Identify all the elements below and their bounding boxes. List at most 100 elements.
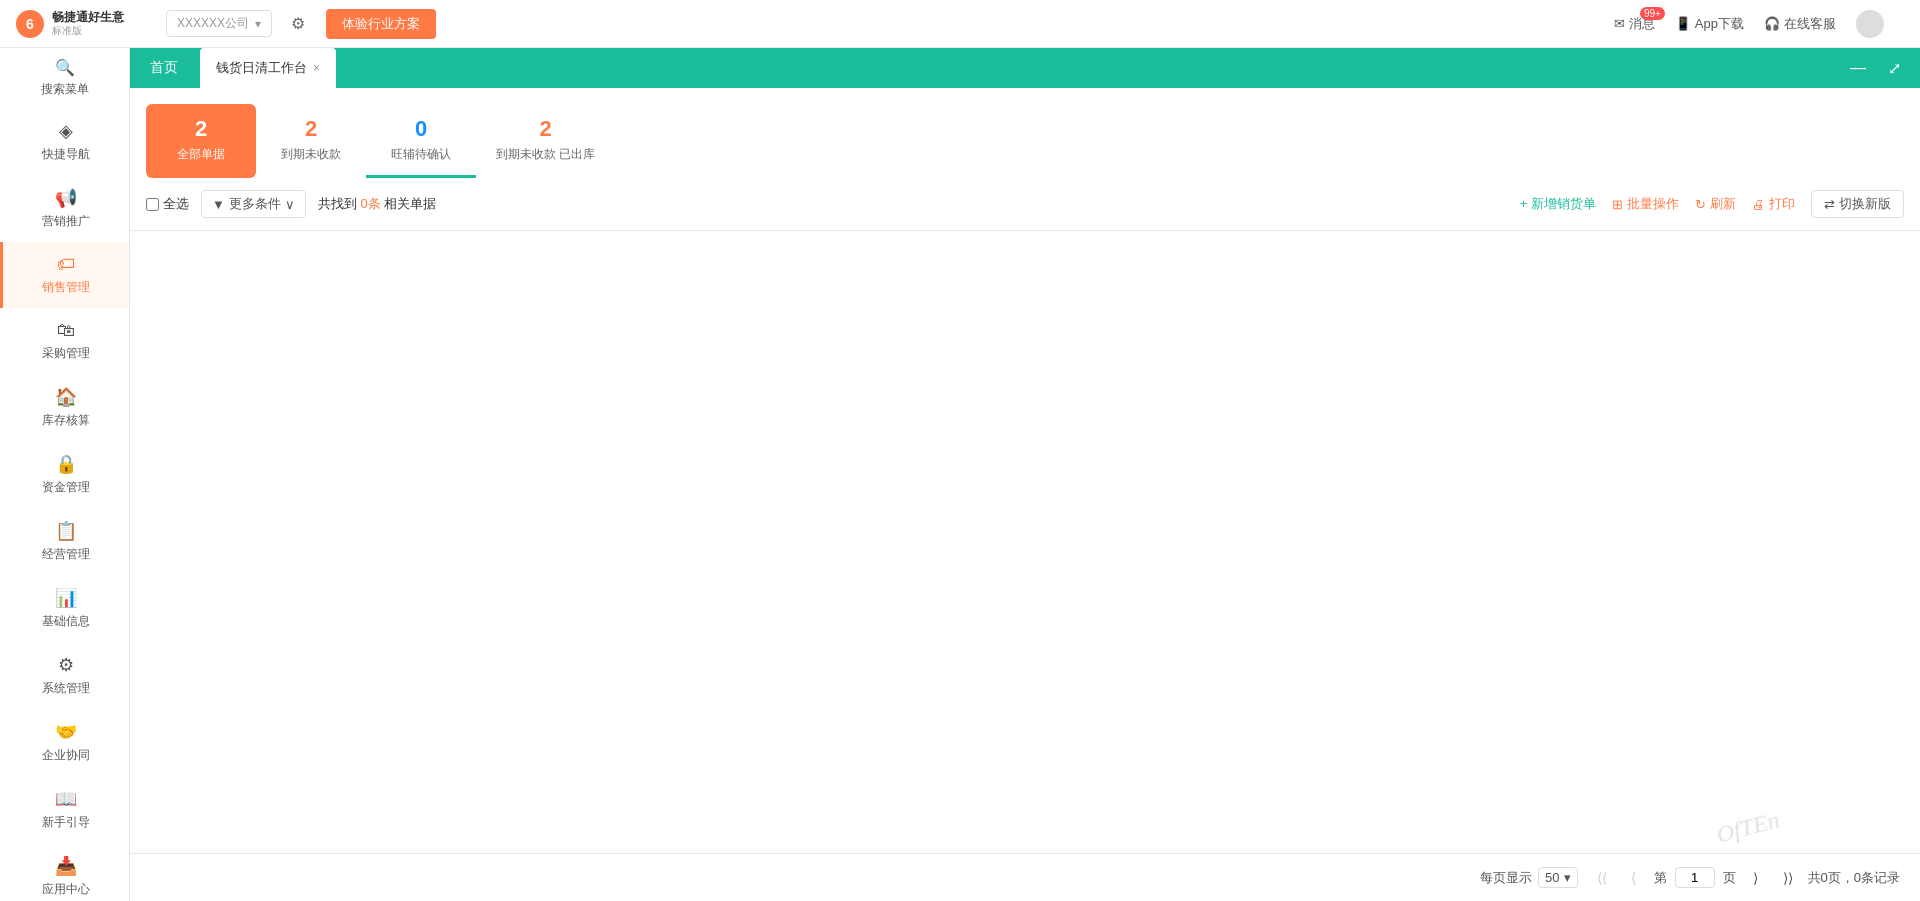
- app-center-label: 应用中心: [42, 881, 90, 898]
- page-prefix: 第: [1654, 869, 1667, 887]
- refresh-button[interactable]: ↻ 刷新: [1695, 195, 1736, 213]
- basic-info-label: 基础信息: [42, 613, 90, 630]
- stat-wangwang-label: 旺辅待确认: [391, 146, 451, 163]
- app-download-button[interactable]: 📱 App下载: [1675, 15, 1744, 33]
- tab-maximize-button[interactable]: ⤢: [1880, 54, 1908, 82]
- sidebar-item-guide[interactable]: 📖 新手引导: [0, 776, 129, 843]
- logo-title: 畅捷通好生意: [52, 10, 124, 24]
- found-text: 共找到 0条 相关单据: [318, 195, 436, 213]
- new-btn-label: + 新增销货单: [1520, 195, 1596, 213]
- stat-overdue-number: 2: [305, 116, 317, 142]
- tab-minimize-button[interactable]: —: [1844, 54, 1872, 82]
- switch-version-button[interactable]: ⇄ 切换新版: [1811, 190, 1904, 218]
- sidebar-item-system[interactable]: ⚙ 系统管理: [0, 642, 129, 709]
- print-label: 打印: [1769, 195, 1795, 213]
- search-menu-label: 搜索菜单: [41, 81, 89, 98]
- messages-button[interactable]: ✉ 消息 99+: [1614, 15, 1655, 33]
- stat-all[interactable]: 2 全部单据: [146, 104, 256, 178]
- inventory-label: 库存核算: [42, 412, 90, 429]
- app-center-icon: 📥: [55, 855, 77, 877]
- sidebar-item-purchase[interactable]: 🛍 采购管理: [0, 308, 129, 374]
- cooperation-icon: 🤝: [55, 721, 77, 743]
- found-count: 0条: [361, 196, 381, 211]
- per-page-label: 每页显示: [1480, 869, 1532, 887]
- inventory-icon: 🏠: [55, 386, 77, 408]
- search-icon: 🔍: [55, 58, 75, 77]
- pagination: ⟨⟨ ⟨ 第 页 ⟩ ⟩⟩ 共0页，0条记录: [1590, 866, 1900, 890]
- batch-operation-button[interactable]: ⊞ 批量操作: [1612, 195, 1679, 213]
- sidebar-item-finance[interactable]: 🔒 资金管理: [0, 441, 129, 508]
- stat-overdue-label: 到期未收款: [281, 146, 341, 163]
- more-filter-button[interactable]: ▼ 更多条件 ∨: [201, 190, 306, 218]
- sidebar-item-cooperation[interactable]: 🤝 企业协同: [0, 709, 129, 776]
- operations-label: 经营管理: [42, 546, 90, 563]
- switch-icon: ⇄: [1824, 197, 1835, 212]
- operations-icon: 📋: [55, 520, 77, 542]
- purchase-icon: 🛍: [57, 320, 75, 341]
- stat-overdue-out[interactable]: 2 到期未收款 已出库: [476, 104, 615, 178]
- top-right-area: ✉ 消息 99+ 📱 App下载 🎧 在线客服: [1614, 10, 1904, 38]
- marketing-icon: 📢: [55, 187, 77, 209]
- service-icon: 🎧: [1764, 16, 1780, 31]
- next-page-button[interactable]: ⟩: [1744, 866, 1768, 890]
- avatar[interactable]: [1856, 10, 1884, 38]
- filter-dropdown-icon: ∨: [285, 197, 295, 212]
- last-page-button[interactable]: ⟩⟩: [1776, 866, 1800, 890]
- sidebar-item-marketing[interactable]: 📢 营销推广: [0, 175, 129, 242]
- stat-wangwang[interactable]: 0 旺辅待确认: [366, 104, 476, 178]
- sidebar-item-inventory[interactable]: 🏠 库存核算: [0, 374, 129, 441]
- per-page-dropdown-icon: ▾: [1564, 870, 1571, 885]
- print-button[interactable]: 🖨 打印: [1752, 195, 1795, 213]
- system-icon: ⚙: [58, 654, 74, 676]
- logo-area: 6 畅捷通好生意 标准版: [16, 10, 146, 38]
- experience-button[interactable]: 体验行业方案: [326, 9, 436, 39]
- sidebar-item-basic-info[interactable]: 📊 基础信息: [0, 575, 129, 642]
- total-text: 共0页，0条记录: [1808, 869, 1900, 887]
- refresh-label: 刷新: [1710, 195, 1736, 213]
- online-service-label: 在线客服: [1784, 15, 1836, 33]
- message-icon: ✉: [1614, 16, 1625, 31]
- company-selector[interactable]: XXXXXX公司 ▾: [166, 10, 272, 37]
- page-footer: 每页显示 50 ▾ ⟨⟨ ⟨ 第 页 ⟩ ⟩⟩ 共0页，0条记录: [130, 853, 1920, 901]
- tab-qhdq[interactable]: 钱货日清工作台 ×: [200, 48, 336, 88]
- page-content: 2 全部单据 2 到期未收款 0 旺辅待确认 2 到期未收款 已出库: [130, 88, 1920, 901]
- new-sale-order-button[interactable]: + 新增销货单: [1520, 195, 1596, 213]
- logo-icon: 6: [16, 10, 44, 38]
- sidebar-item-app-center[interactable]: 📥 应用中心: [0, 843, 129, 901]
- sidebar-item-operations[interactable]: 📋 经营管理: [0, 508, 129, 575]
- page-number-input[interactable]: [1675, 867, 1715, 888]
- sales-icon: 🏷: [57, 254, 75, 275]
- stat-overdue[interactable]: 2 到期未收款: [256, 104, 366, 178]
- online-service-button[interactable]: 🎧 在线客服: [1764, 15, 1836, 33]
- guide-label: 新手引导: [42, 814, 90, 831]
- toolbar: 全选 ▼ 更多条件 ∨ 共找到 0条 相关单据 + 新增销货单: [130, 178, 1920, 231]
- purchase-label: 采购管理: [42, 345, 90, 362]
- finance-label: 资金管理: [42, 479, 90, 496]
- filter-icon: ▼: [212, 197, 225, 212]
- messages-badge: 99+: [1640, 7, 1665, 20]
- prev-page-button[interactable]: ⟨: [1622, 866, 1646, 890]
- sidebar-item-sales[interactable]: 🏷 销售管理: [0, 242, 129, 308]
- sidebar-item-quick-nav[interactable]: ◈ 快捷导航: [0, 108, 129, 175]
- sidebar-search[interactable]: 🔍 搜索菜单: [0, 48, 129, 108]
- stats-row: 2 全部单据 2 到期未收款 0 旺辅待确认 2 到期未收款 已出库: [130, 88, 1920, 178]
- content-area: 首页 钱货日清工作台 × — ⤢ 2 全部单据 2 到期未收款: [130, 48, 1920, 901]
- first-page-button[interactable]: ⟨⟨: [1590, 866, 1614, 890]
- per-page-select[interactable]: 50 ▾: [1538, 867, 1577, 888]
- stat-wangwang-number: 0: [415, 116, 427, 142]
- settings-button[interactable]: ⚙: [282, 8, 314, 40]
- main-layout: 🔍 搜索菜单 ◈ 快捷导航 📢 营销推广 🏷 销售管理 🛍 采购管理 🏠 库存核…: [0, 48, 1920, 901]
- select-all-input[interactable]: [146, 198, 159, 211]
- logo-sub: 标准版: [52, 25, 124, 37]
- tab-close-icon[interactable]: ×: [313, 61, 320, 75]
- select-all-checkbox[interactable]: 全选: [146, 195, 189, 213]
- per-page-value: 50: [1545, 870, 1559, 885]
- found-suffix: 相关单据: [384, 196, 436, 211]
- tab-home[interactable]: 首页: [130, 48, 198, 88]
- tab-actions: — ⤢: [1844, 54, 1920, 82]
- marketing-label: 营销推广: [42, 213, 90, 230]
- quick-nav-label: 快捷导航: [42, 146, 90, 163]
- system-label: 系统管理: [42, 680, 90, 697]
- page-suffix: 页: [1723, 869, 1736, 887]
- quick-nav-icon: ◈: [59, 120, 73, 142]
